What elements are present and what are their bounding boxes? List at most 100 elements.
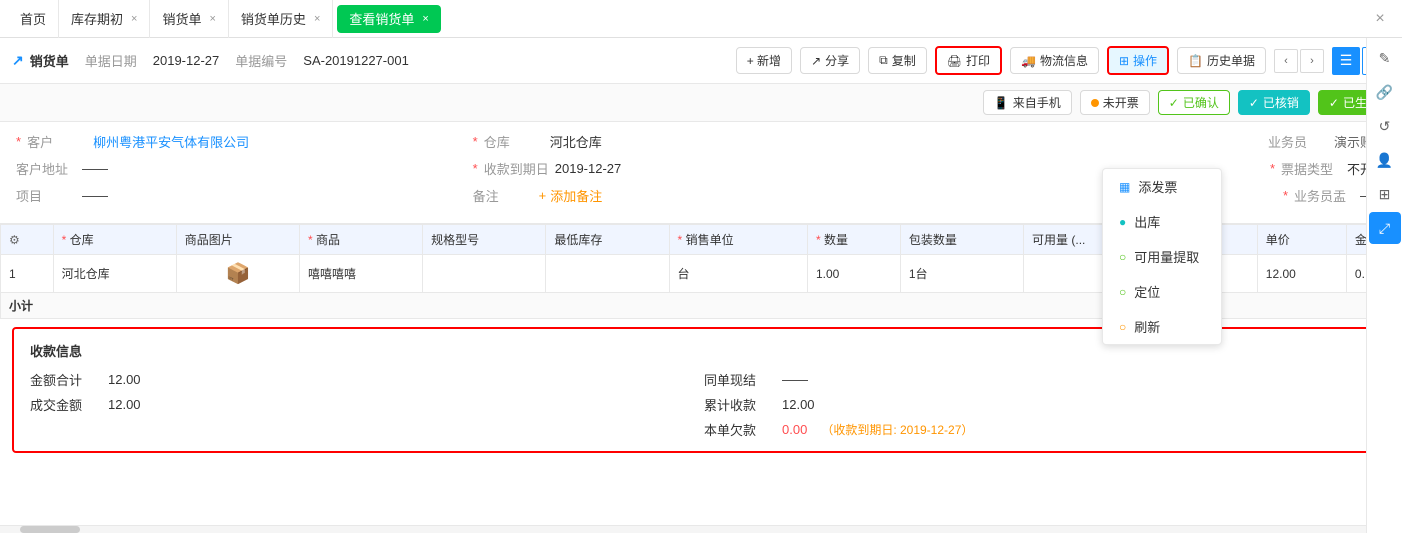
settlement-value: ——	[782, 372, 808, 387]
tab-sales-history[interactable]: 销货单历史 ×	[229, 0, 333, 38]
history-button[interactable]: 📋 历史单据	[1177, 47, 1266, 74]
form-row-1: * 客户 柳州粤港平安气体有限公司 * 仓库 河北仓库 业务员 演示账号	[16, 132, 1386, 151]
date-value: 2019-12-27	[153, 53, 220, 68]
tab-inventory-init[interactable]: 库存期初 ×	[59, 0, 150, 38]
customer-value[interactable]: 柳州粤港平安气体有限公司	[93, 132, 249, 151]
payment-left: 金额合计 12.00 成交金额 12.00	[30, 370, 698, 439]
tab-bar-right: ×	[1366, 5, 1394, 33]
prev-arrow[interactable]: ‹	[1274, 49, 1298, 73]
row-image: 📦	[176, 255, 299, 293]
tab-home[interactable]: 首页	[8, 0, 59, 38]
share-label: 分享	[825, 52, 849, 69]
date-label: 单据日期	[85, 51, 137, 70]
dropdown-add-invoice[interactable]: ▦ 添发票	[1103, 169, 1221, 204]
cancelled-status-button[interactable]: ✓ 已核销	[1238, 90, 1310, 115]
tab-sales-history-label: 销货单历史	[241, 9, 306, 28]
phone-icon: 📱	[994, 96, 1009, 110]
address-value: ——	[82, 161, 108, 176]
sidebar-table-icon[interactable]: ⊞	[1369, 178, 1401, 210]
list-view-button[interactable]: ☰	[1332, 47, 1360, 75]
tab-view-sales[interactable]: 查看销货单 ×	[337, 5, 440, 33]
scroll-thumb[interactable]	[20, 526, 80, 533]
note-label: 备注	[473, 186, 533, 205]
total-value: 12.00	[108, 372, 141, 387]
address-field: 客户地址 ——	[16, 159, 473, 178]
sidebar-link-icon[interactable]: 🔗	[1369, 76, 1401, 108]
copy-label: 复制	[892, 52, 916, 69]
operation-button[interactable]: ⊞ 操作	[1107, 46, 1169, 75]
document-type-label: 销货单	[30, 51, 69, 70]
sidebar-expand-icon[interactable]: ⤢	[1369, 212, 1401, 244]
unopened-label: 未开票	[1103, 94, 1139, 111]
sub-action-bar: 📱 来自手机 未开票 ✓ 已确认 ✓ 已核销 ✓ 已生效	[0, 84, 1402, 122]
print-button[interactable]: 🖨 打印	[935, 46, 1002, 75]
scroll-indicator[interactable]	[0, 525, 1366, 533]
cumulative-value: 12.00	[782, 397, 815, 412]
outbound-icon: ●	[1119, 215, 1126, 229]
customer-label: 客户	[27, 132, 87, 151]
warehouse-label: 仓库	[484, 132, 544, 151]
sidebar-edit-icon[interactable]: ✎	[1369, 42, 1401, 74]
operation-grid-icon: ⊞	[1119, 54, 1129, 68]
number-label: 单据编号	[235, 51, 287, 70]
col-qty: 数量	[807, 225, 900, 255]
transaction-label: 成交金额	[30, 395, 100, 414]
document-header: ↗ 销货单 单据日期 2019-12-27 单据编号 SA-20191227-0…	[0, 38, 1402, 84]
tab-sales-label: 销货单	[162, 9, 201, 28]
copy-icon: ⧉	[879, 53, 888, 68]
from-phone-button[interactable]: 📱 来自手机	[983, 90, 1072, 115]
share-icon: ↗	[811, 54, 821, 68]
tab-home-label: 首页	[20, 9, 46, 28]
dropdown-quantity-pick[interactable]: ○ 可用量提取	[1103, 239, 1221, 274]
tab-sales-history-close[interactable]: ×	[314, 13, 320, 25]
warehouse-field: * 仓库 河北仓库	[473, 132, 930, 151]
refresh-icon: ○	[1119, 320, 1126, 334]
new-button[interactable]: + 新增	[736, 47, 792, 74]
row-num: 1	[1, 255, 54, 293]
confirm-button[interactable]: ✓ 已确认	[1158, 90, 1230, 115]
col-settings[interactable]: ⚙	[1, 225, 54, 255]
tab-view-sales-close[interactable]: ×	[422, 13, 428, 25]
dropdown-locate[interactable]: ○ 定位	[1103, 274, 1221, 309]
window-close-button[interactable]: ×	[1366, 5, 1394, 33]
copy-button[interactable]: ⧉ 复制	[868, 47, 927, 74]
row-pack-qty: 1台	[900, 255, 1023, 293]
staff-label: 业务员	[1268, 132, 1328, 151]
row-product: 嘻嘻嘻嘻	[299, 255, 422, 293]
locate-label: 定位	[1134, 282, 1160, 301]
logistics-label: 物流信息	[1040, 52, 1088, 69]
refresh-label: 刷新	[1134, 317, 1160, 336]
dropdown-refresh[interactable]: ○ 刷新	[1103, 309, 1221, 344]
tab-inventory-label: 库存期初	[71, 9, 123, 28]
add-invoice-icon: ▦	[1119, 180, 1130, 194]
add-note-button[interactable]: + 添加备注	[539, 186, 603, 205]
tab-sales-order[interactable]: 销货单 ×	[150, 0, 228, 38]
operation-dropdown: ▦ 添发票 ● 出库 ○ 可用量提取 ○ 定位 ○ 刷新	[1102, 168, 1222, 345]
col-spec: 规格型号	[423, 225, 546, 255]
print-label: 打印	[966, 52, 990, 69]
tab-inventory-close[interactable]: ×	[131, 13, 137, 25]
settings-gear-icon[interactable]: ⚙	[9, 233, 20, 247]
logistics-icon: 🚚	[1021, 54, 1036, 68]
effective-icon: ✓	[1329, 96, 1339, 110]
customer-field: * 客户 柳州粤港平安气体有限公司	[16, 132, 473, 151]
tab-sales-close[interactable]: ×	[209, 13, 215, 25]
share-button[interactable]: ↗ 分享	[800, 47, 860, 74]
sidebar-rotate-icon[interactable]: ↺	[1369, 110, 1401, 142]
next-arrow[interactable]: ›	[1300, 49, 1324, 73]
transaction-value: 12.00	[108, 397, 141, 412]
dropdown-outbound[interactable]: ● 出库	[1103, 204, 1221, 239]
cumulative-row: 累计收款 12.00	[704, 395, 1372, 414]
sidebar-user-icon[interactable]: 👤	[1369, 144, 1401, 176]
logistics-button[interactable]: 🚚 物流信息	[1010, 47, 1099, 74]
new-label: + 新增	[747, 52, 781, 69]
unopened-button[interactable]: 未开票	[1080, 90, 1150, 115]
history-icon: 📋	[1188, 54, 1203, 68]
plus-icon: +	[539, 188, 547, 203]
note-field: 备注 + 添加备注	[473, 186, 930, 205]
sales-order-icon: ↗	[12, 52, 24, 69]
number-value: SA-20191227-001	[303, 53, 409, 68]
tab-bar: 首页 库存期初 × 销货单 × 销货单历史 × 查看销货单 × ×	[0, 0, 1402, 38]
warehouse-value: 河北仓库	[550, 132, 602, 151]
row-unit-price: 12.00	[1257, 255, 1346, 293]
